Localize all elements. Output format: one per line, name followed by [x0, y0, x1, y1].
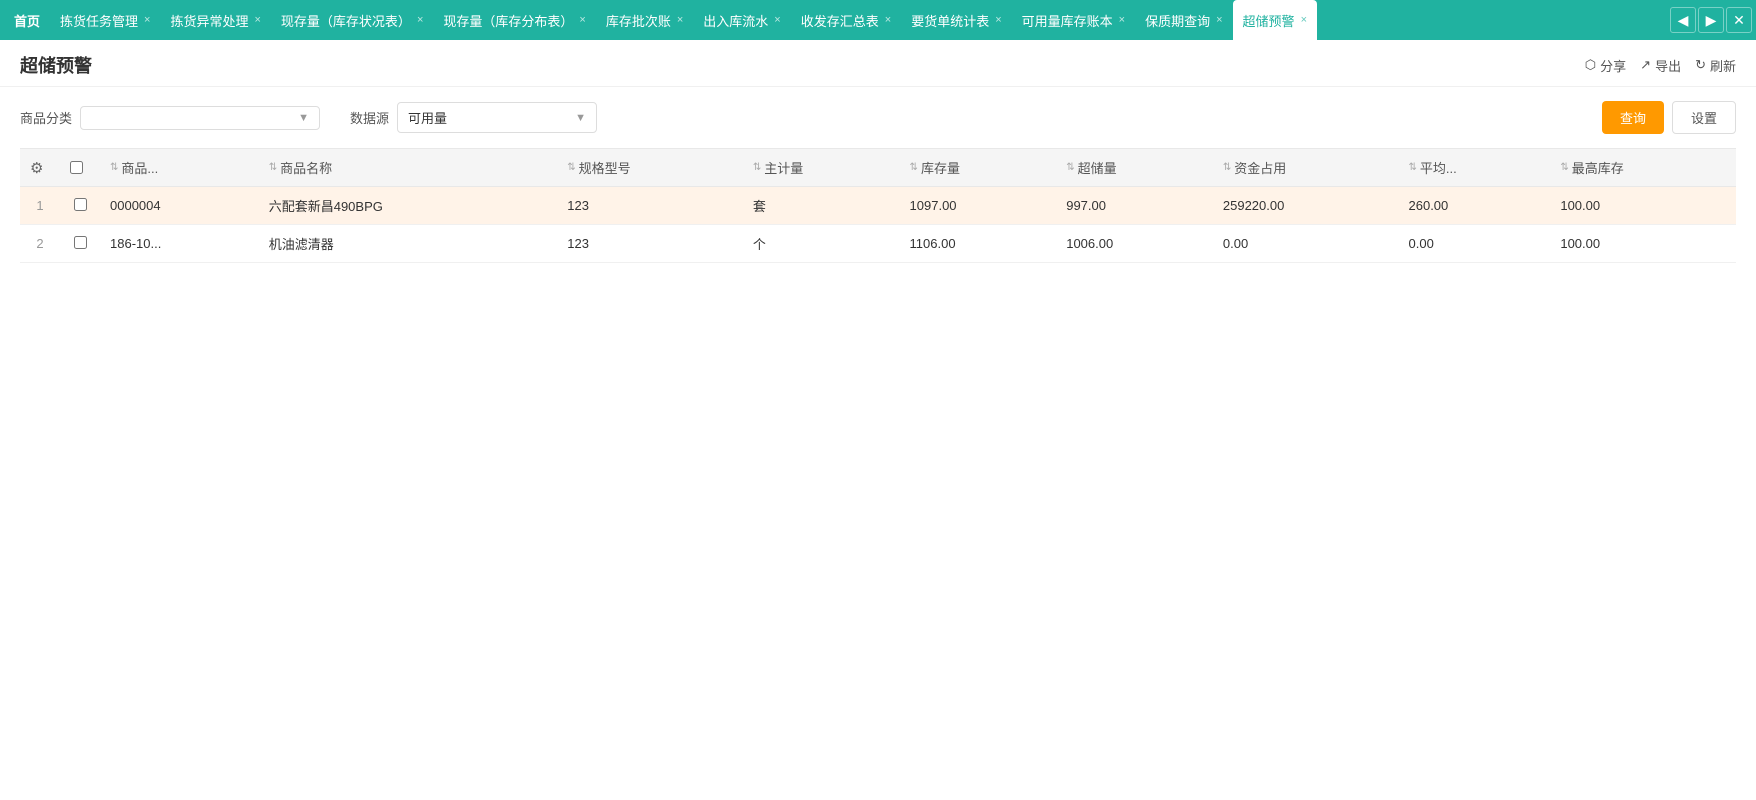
- row-stock-2: 1106.00: [900, 225, 1057, 263]
- nav-next-arrow[interactable]: ▶: [1698, 7, 1724, 33]
- col-unit-sort-icon: ⇅: [753, 162, 761, 173]
- nav-item-order-stats[interactable]: 要货单统计表 ×: [901, 0, 1011, 40]
- row-name-2: 机油滤清器: [259, 225, 558, 263]
- category-select[interactable]: ▼: [80, 106, 320, 130]
- nav-item-available-stock[interactable]: 可用量库存账本 ×: [1012, 0, 1135, 40]
- nav-item-receive-summary[interactable]: 收发存汇总表 ×: [791, 0, 901, 40]
- page-title: 超储预警: [20, 52, 92, 78]
- close-picking-exception[interactable]: ×: [254, 14, 260, 26]
- category-label: 商品分类: [20, 108, 72, 127]
- close-picking-task[interactable]: ×: [144, 14, 150, 26]
- query-button[interactable]: 查询: [1602, 101, 1664, 134]
- page-header: 超储预警 ⬡ 分享 ↗ 导出 ↻ 刷新: [0, 40, 1756, 87]
- nav-item-stock-dist[interactable]: 现存量（库存分布表） ×: [433, 0, 595, 40]
- close-receive-summary[interactable]: ×: [885, 14, 891, 26]
- nav-item-batch-account[interactable]: 库存批次账 ×: [596, 0, 693, 40]
- share-action[interactable]: ⬡ 分享: [1585, 56, 1626, 75]
- row-checkbox-1[interactable]: [60, 187, 100, 225]
- col-name-sort-icon: ⇅: [269, 162, 277, 173]
- row-spec-1: 123: [557, 187, 743, 225]
- row-max-2: 100.00: [1550, 225, 1736, 263]
- table-row: 2 186-10... 机油滤清器 123 个 1106.00 1006.00 …: [20, 225, 1736, 263]
- col-name[interactable]: ⇅ 商品名称: [259, 149, 558, 187]
- nav-item-home[interactable]: 首页: [4, 0, 50, 40]
- row-code-1: 0000004: [100, 187, 259, 225]
- col-avg-sort-icon: ⇅: [1409, 162, 1417, 173]
- refresh-icon: ↻: [1695, 57, 1706, 73]
- col-capital[interactable]: ⇅ 资金占用: [1213, 149, 1399, 187]
- table-header-row: ⚙ ⇅ 商品... ⇅ 商品名称: [20, 149, 1736, 187]
- nav-item-overstock-warning[interactable]: 超储预警 ×: [1233, 0, 1317, 40]
- table-container: ⚙ ⇅ 商品... ⇅ 商品名称: [0, 148, 1756, 263]
- col-stock-sort-icon: ⇅: [910, 162, 918, 173]
- nav-item-picking-task[interactable]: 拣货任务管理 ×: [50, 0, 160, 40]
- col-overflow-sort-icon: ⇅: [1066, 162, 1074, 173]
- export-icon: ↗: [1640, 57, 1651, 73]
- col-code[interactable]: ⇅ 商品...: [100, 149, 259, 187]
- refresh-action[interactable]: ↻ 刷新: [1695, 56, 1736, 75]
- col-avg[interactable]: ⇅ 平均...: [1399, 149, 1551, 187]
- close-batch-account[interactable]: ×: [677, 14, 683, 26]
- col-capital-sort-icon: ⇅: [1223, 162, 1231, 173]
- col-spec-sort-icon: ⇅: [567, 162, 575, 173]
- category-chevron-icon: ▼: [298, 112, 309, 124]
- col-overflow[interactable]: ⇅ 超储量: [1056, 149, 1213, 187]
- close-order-stats[interactable]: ×: [995, 14, 1001, 26]
- datasource-select-text: 可用量: [408, 108, 567, 127]
- settings-button[interactable]: 设置: [1672, 101, 1736, 134]
- export-action[interactable]: ↗ 导出: [1640, 56, 1681, 75]
- row-number-2: 2: [20, 225, 60, 263]
- datasource-select[interactable]: 可用量 ▼: [397, 102, 597, 133]
- table-row: 1 0000004 六配套新昌490BPG 123 套 1097.00 997.…: [20, 187, 1736, 225]
- row-overflow-1: 997.00: [1056, 187, 1213, 225]
- col-max-sort-icon: ⇅: [1560, 162, 1568, 173]
- row-capital-2: 0.00: [1213, 225, 1399, 263]
- col-checkbox: [60, 149, 100, 187]
- col-unit[interactable]: ⇅ 主计量: [743, 149, 900, 187]
- row-capital-1: 259220.00: [1213, 187, 1399, 225]
- datasource-label: 数据源: [350, 108, 389, 127]
- header-actions: ⬡ 分享 ↗ 导出 ↻ 刷新: [1585, 56, 1736, 75]
- col-code-sort-icon: ⇅: [110, 162, 118, 173]
- row-code-2: 186-10...: [100, 225, 259, 263]
- close-stock-dist[interactable]: ×: [579, 14, 585, 26]
- row-unit-2: 个: [743, 225, 900, 263]
- col-spec[interactable]: ⇅ 规格型号: [557, 149, 743, 187]
- close-stock-status[interactable]: ×: [417, 14, 423, 26]
- filter-row: 商品分类 ▼ 数据源 可用量 ▼ 查询 设置: [0, 87, 1756, 148]
- top-navigation: 首页 拣货任务管理 × 拣货异常处理 × 现存量（库存状况表） × 现存量（库存…: [0, 0, 1756, 40]
- filter-actions: 查询 设置: [1602, 101, 1736, 134]
- row-overflow-2: 1006.00: [1056, 225, 1213, 263]
- nav-close-all[interactable]: ✕: [1726, 7, 1752, 33]
- nav-item-inout-flow[interactable]: 出入库流水 ×: [693, 0, 790, 40]
- column-settings-icon[interactable]: ⚙: [30, 159, 43, 177]
- row-spec-2: 123: [557, 225, 743, 263]
- col-max[interactable]: ⇅ 最高库存: [1550, 149, 1736, 187]
- overstock-table: ⚙ ⇅ 商品... ⇅ 商品名称: [20, 148, 1736, 263]
- col-stock[interactable]: ⇅ 库存量: [900, 149, 1057, 187]
- category-filter-group: 商品分类 ▼: [20, 106, 320, 130]
- row-max-1: 100.00: [1550, 187, 1736, 225]
- close-shelf-life[interactable]: ×: [1216, 14, 1222, 26]
- row-unit-1: 套: [743, 187, 900, 225]
- nav-item-picking-exception[interactable]: 拣货异常处理 ×: [160, 0, 270, 40]
- close-available-stock[interactable]: ×: [1119, 14, 1125, 26]
- share-icon: ⬡: [1585, 57, 1596, 73]
- nav-arrows: ◀ ▶ ✕: [1670, 7, 1752, 33]
- datasource-chevron-icon: ▼: [575, 112, 586, 124]
- col-settings: ⚙: [20, 149, 60, 187]
- select-all-checkbox[interactable]: [70, 161, 83, 174]
- close-inout-flow[interactable]: ×: [774, 14, 780, 26]
- nav-item-stock-status[interactable]: 现存量（库存状况表） ×: [271, 0, 433, 40]
- row-stock-1: 1097.00: [900, 187, 1057, 225]
- nav-prev-arrow[interactable]: ◀: [1670, 7, 1696, 33]
- row-avg-1: 260.00: [1399, 187, 1551, 225]
- row-checkbox-2[interactable]: [60, 225, 100, 263]
- close-overstock-warning[interactable]: ×: [1301, 14, 1307, 26]
- datasource-filter-group: 数据源 可用量 ▼: [350, 102, 597, 133]
- row-avg-2: 0.00: [1399, 225, 1551, 263]
- row-name-1: 六配套新昌490BPG: [259, 187, 558, 225]
- row-number-1: 1: [20, 187, 60, 225]
- nav-item-shelf-life[interactable]: 保质期查询 ×: [1135, 0, 1232, 40]
